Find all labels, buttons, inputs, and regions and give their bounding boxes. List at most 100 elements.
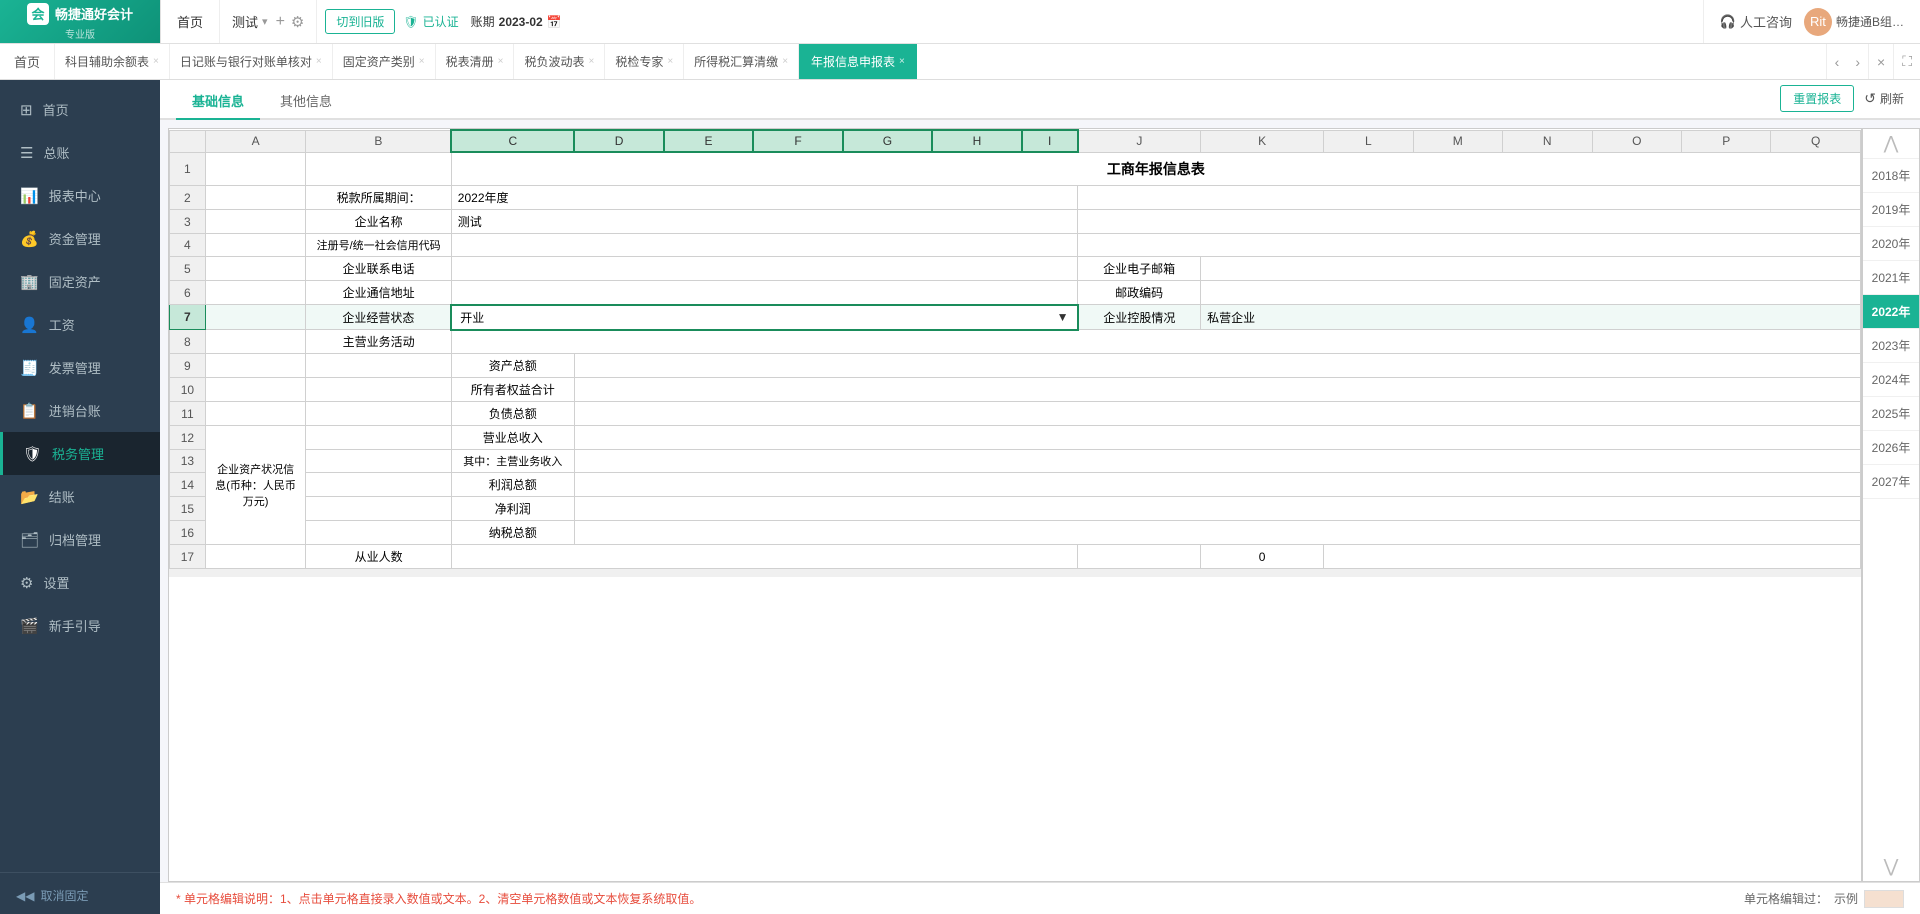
add-tab-icon[interactable]: + bbox=[276, 13, 285, 31]
tab-tax-table[interactable]: 税表清册× bbox=[436, 44, 515, 79]
cell-value-net-profit[interactable] bbox=[574, 497, 1860, 521]
cell-label-assets-info: 企业资产状况信息(币种：人民币万元) bbox=[205, 426, 306, 545]
year-2020[interactable]: 2020年 bbox=[1863, 227, 1919, 261]
pin-icon: ◀◀ bbox=[16, 889, 34, 903]
tab-annual-report[interactable]: 年报信息申报表× bbox=[799, 44, 917, 79]
cell-value-liabilities[interactable] bbox=[574, 402, 1860, 426]
cell-label-main-biz: 主营业务活动 bbox=[306, 330, 451, 354]
sidebar-item-guide[interactable]: 🎬 新手引导 bbox=[0, 604, 160, 647]
year-2023[interactable]: 2023年 bbox=[1863, 329, 1919, 363]
col-header-h[interactable]: H bbox=[932, 130, 1021, 152]
col-header-k: K bbox=[1201, 130, 1324, 152]
home-breadcrumb[interactable]: 首页 bbox=[0, 44, 55, 79]
year-scroll-up-btn[interactable]: ⋀ bbox=[1863, 129, 1919, 159]
sidebar-item-reports[interactable]: 📊 报表中心 bbox=[0, 174, 160, 217]
sidebar-item-payroll[interactable]: 👤 工资 bbox=[0, 303, 160, 346]
dropdown-arrow-icon[interactable]: ▾ bbox=[262, 15, 268, 28]
col-header-c[interactable]: C bbox=[451, 130, 574, 152]
year-scroll-down-btn[interactable]: ⋁ bbox=[1863, 852, 1919, 881]
sidebar-item-archive[interactable]: 🗂 归档管理 bbox=[0, 518, 160, 561]
sidebar-item-fixed-assets[interactable]: 🏢 固定资产 bbox=[0, 260, 160, 303]
cell-value-regno[interactable] bbox=[451, 234, 1077, 257]
table-row: 10 所有者权益合计 bbox=[170, 378, 1861, 402]
cell-label-period: 税款所属期间： bbox=[306, 186, 451, 210]
tab-expand[interactable]: ⛶ bbox=[1894, 44, 1920, 79]
cell-value-company[interactable]: 测试 bbox=[451, 210, 1077, 234]
cell-label-company: 企业名称 bbox=[306, 210, 451, 234]
status-note: * 单元格编辑说明：1、点击单元格直接录入数值或文本。2、清空单元格数值或文本恢… bbox=[176, 890, 701, 907]
table-row: 6 企业通信地址 邮政编码 bbox=[170, 281, 1861, 305]
dropdown-arrow[interactable]: ▼ bbox=[1057, 310, 1069, 324]
home-tab[interactable]: 首页 bbox=[161, 0, 220, 43]
col-header-m: M bbox=[1413, 130, 1502, 152]
cell-value-main-biz[interactable] bbox=[451, 330, 1860, 354]
col-header-i[interactable]: I bbox=[1022, 130, 1078, 152]
sidebar-item-tax[interactable]: 🛡 税务管理 bbox=[0, 432, 160, 475]
cell-label-main-revenue: 其中：主营业务收入 bbox=[451, 450, 574, 473]
year-2026[interactable]: 2026年 bbox=[1863, 431, 1919, 465]
year-2025[interactable]: 2025年 bbox=[1863, 397, 1919, 431]
logo-area: 会 畅捷通好会计 专业版 bbox=[0, 0, 160, 43]
tab-scroll-left[interactable]: ‹ bbox=[1826, 44, 1848, 79]
tab-other-info[interactable]: 其他信息 bbox=[264, 83, 348, 120]
tab-journal-bank[interactable]: 日记账与银行对账单核对× bbox=[170, 44, 333, 79]
cell-value-address[interactable] bbox=[451, 281, 1077, 305]
cell-label-tel: 企业联系电话 bbox=[306, 257, 451, 281]
sidebar-item-ledger[interactable]: ☰ 总账 bbox=[0, 131, 160, 174]
settings-icon[interactable]: ⚙ bbox=[291, 13, 304, 31]
service-btn[interactable]: 🎧 人工咨询 bbox=[1720, 12, 1792, 31]
tab-basic-info[interactable]: 基础信息 bbox=[176, 83, 260, 120]
tab-income-tax[interactable]: 所得税汇算清缴× bbox=[684, 44, 799, 79]
cell-value-total-revenue[interactable] bbox=[574, 426, 1860, 450]
col-header-g[interactable]: G bbox=[843, 130, 932, 152]
cell-value-period[interactable]: 2022年度 bbox=[451, 186, 1077, 210]
cell-value-equity[interactable] bbox=[574, 378, 1860, 402]
tab-scroll-right[interactable]: › bbox=[1847, 44, 1869, 79]
year-2024[interactable]: 2024年 bbox=[1863, 363, 1919, 397]
cell-value-main-revenue[interactable] bbox=[574, 450, 1860, 473]
year-2022[interactable]: 2022年 bbox=[1863, 295, 1919, 329]
col-header-n: N bbox=[1503, 130, 1592, 152]
current-workspace-tab[interactable]: 测试 ▾ + ⚙ bbox=[220, 0, 317, 43]
user-avatar[interactable]: Rit 畅捷通B组… bbox=[1804, 8, 1904, 36]
sidebar-item-settings[interactable]: ⚙ 设置 bbox=[0, 561, 160, 604]
cell-value-total-tax[interactable] bbox=[574, 521, 1860, 545]
tab-account-balance[interactable]: 科目辅助余额表× bbox=[55, 44, 170, 79]
col-header-d[interactable]: D bbox=[574, 130, 663, 152]
year-2019[interactable]: 2019年 bbox=[1863, 193, 1919, 227]
col-header-f[interactable]: F bbox=[753, 130, 842, 152]
cell-value-total-profit[interactable] bbox=[574, 473, 1860, 497]
col-header-j: J bbox=[1078, 130, 1201, 152]
cell-value-employees-span[interactable] bbox=[451, 545, 1077, 569]
table-row: 11 负债总额 bbox=[170, 402, 1861, 426]
col-header-e[interactable]: E bbox=[664, 130, 753, 152]
switch-version-btn[interactable]: 切到旧版 bbox=[325, 9, 395, 34]
year-2027[interactable]: 2027年 bbox=[1863, 465, 1919, 499]
table-row: 12 企业资产状况信息(币种：人民币万元) 营业总收入 bbox=[170, 426, 1861, 450]
year-2021[interactable]: 2021年 bbox=[1863, 261, 1919, 295]
tab-tax-fluctuation[interactable]: 税负波动表× bbox=[514, 44, 605, 79]
tab-fixed-asset-type[interactable]: 固定资产类别× bbox=[333, 44, 436, 79]
tab-tax-expert[interactable]: 税检专家× bbox=[605, 44, 684, 79]
cell-value-email[interactable] bbox=[1201, 257, 1861, 281]
cell-value-tel[interactable] bbox=[451, 257, 1077, 281]
cell-value-employees[interactable]: 0 bbox=[1201, 545, 1324, 569]
cell-value-holding[interactable]: 私营企业 bbox=[1201, 305, 1861, 330]
sidebar-item-home[interactable]: ⊞ 首页 bbox=[0, 88, 160, 131]
reset-report-btn[interactable]: 重置报表 bbox=[1780, 85, 1854, 112]
cell-title[interactable]: 工商年报信息表 bbox=[451, 152, 1860, 186]
table-row: 9 资产总额 bbox=[170, 354, 1861, 378]
sidebar-item-purchase-sale[interactable]: 📋 进销台账 bbox=[0, 389, 160, 432]
cell-dropdown-biz-status[interactable]: 开业 ▼ bbox=[451, 305, 1077, 330]
certified-badge: 🛡 已认证 bbox=[403, 13, 458, 30]
cell-value-total-assets[interactable] bbox=[574, 354, 1860, 378]
tab-close-all[interactable]: × bbox=[1869, 44, 1894, 79]
sidebar-item-closing[interactable]: 📂 结账 bbox=[0, 475, 160, 518]
year-2018[interactable]: 2018年 bbox=[1863, 159, 1919, 193]
headset-icon: 🎧 bbox=[1720, 14, 1736, 30]
unpin-btn[interactable]: ◀◀ 取消固定 bbox=[0, 877, 160, 914]
refresh-btn[interactable]: ↺ 刷新 bbox=[1864, 90, 1904, 107]
sidebar-item-funds[interactable]: 💰 资金管理 bbox=[0, 217, 160, 260]
cell-value-postcode[interactable] bbox=[1201, 281, 1861, 305]
sidebar-item-invoice[interactable]: 🧾 发票管理 bbox=[0, 346, 160, 389]
